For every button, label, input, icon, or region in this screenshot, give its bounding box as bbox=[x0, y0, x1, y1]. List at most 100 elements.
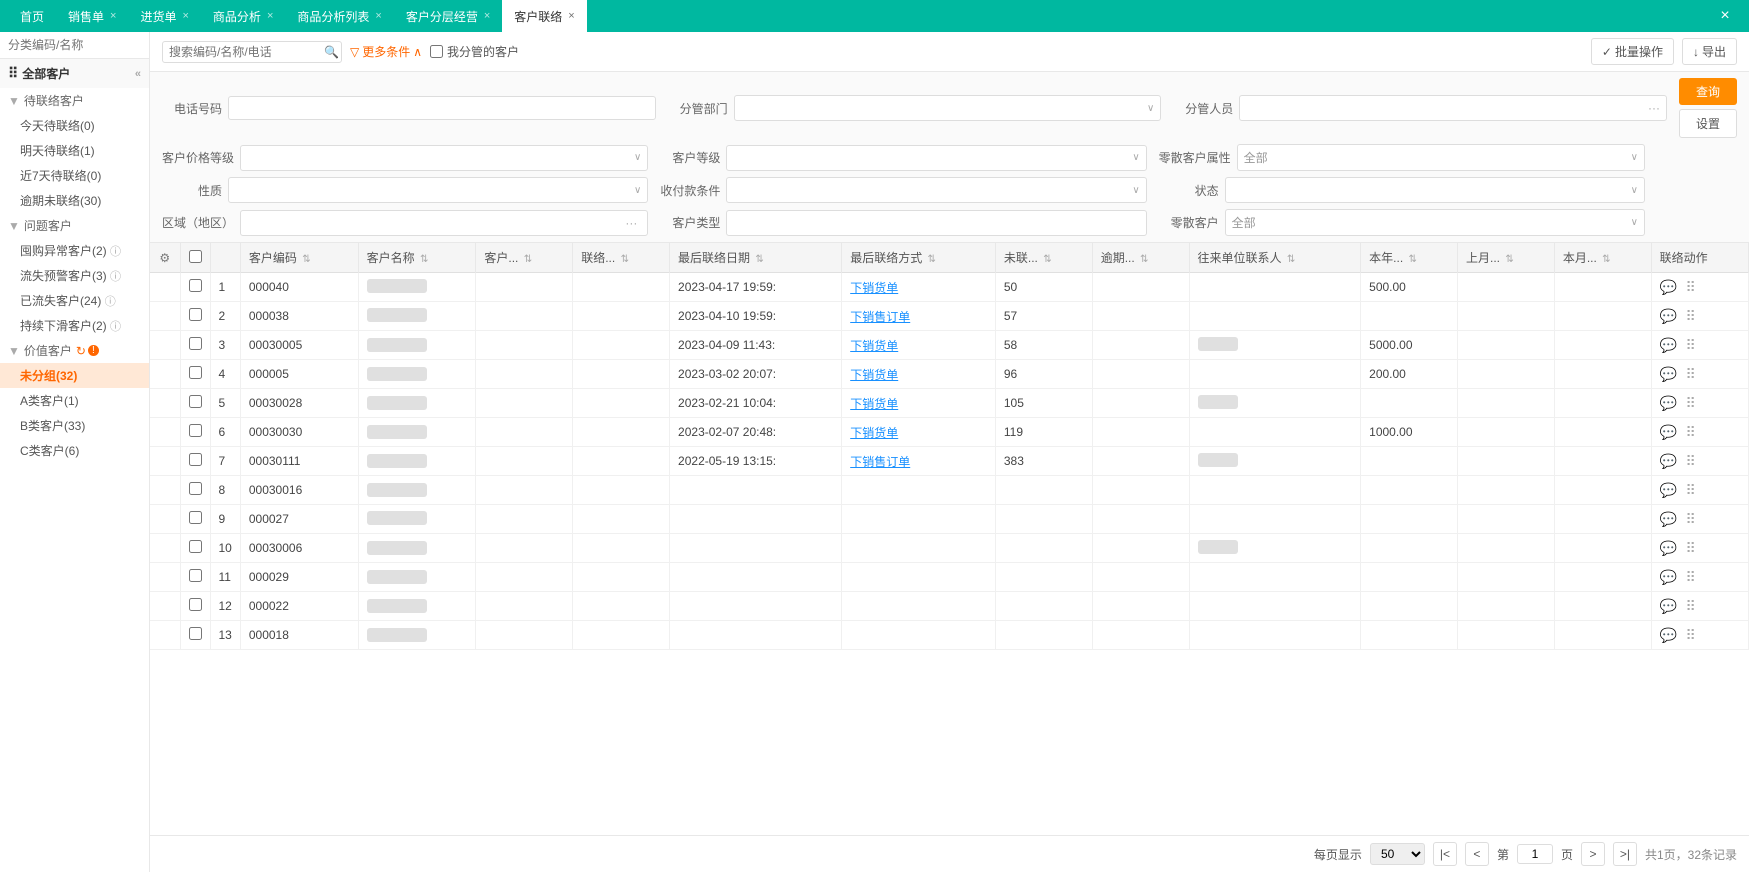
page-size-select[interactable]: 50 20 100 bbox=[1370, 843, 1425, 865]
search-button[interactable]: 查询 bbox=[1679, 78, 1737, 105]
apps-icon[interactable]: ⠿ bbox=[1682, 394, 1700, 412]
dept-select[interactable]: ∨ bbox=[734, 95, 1162, 121]
row-checkbox[interactable] bbox=[189, 366, 202, 379]
nav-purchase[interactable]: 进货单 × bbox=[128, 0, 200, 32]
sidebar-item-tomorrow-pending[interactable]: 明天待联络(1) bbox=[0, 138, 149, 163]
apps-icon[interactable]: ⠿ bbox=[1682, 481, 1700, 499]
scatter-select[interactable]: 全部 ∨ bbox=[1225, 209, 1645, 236]
row-checkbox-cell[interactable] bbox=[180, 563, 210, 592]
chat-icon[interactable]: 💬 bbox=[1660, 510, 1678, 528]
row-checkbox-cell[interactable] bbox=[180, 447, 210, 476]
nav-product-analysis[interactable]: 商品分析 × bbox=[201, 0, 285, 32]
chat-icon[interactable]: 💬 bbox=[1660, 597, 1678, 615]
sys-close-button[interactable]: × bbox=[1709, 0, 1741, 32]
contact-way-link[interactable]: 下销货单 bbox=[850, 426, 898, 440]
row-checkbox[interactable] bbox=[189, 627, 202, 640]
main-search-icon[interactable]: 🔍 bbox=[324, 45, 339, 59]
nav-customer-contact-close[interactable]: × bbox=[568, 10, 574, 22]
first-page-button[interactable]: |< bbox=[1433, 842, 1457, 866]
checkbox-col-header[interactable] bbox=[180, 243, 210, 273]
sidebar-item-churn-warning[interactable]: 流失预警客户(3) ⓘ bbox=[0, 263, 149, 288]
apps-icon[interactable]: ⠿ bbox=[1682, 278, 1700, 296]
row-last-contact-way-cell[interactable]: 下销货单 bbox=[842, 273, 996, 302]
this-month-col-header[interactable]: 本月... ⇅ bbox=[1554, 243, 1651, 273]
sidebar-item-lost[interactable]: 已流失客户(24) ⓘ bbox=[0, 288, 149, 313]
nav-sales[interactable]: 销售单 × bbox=[56, 0, 128, 32]
row-checkbox[interactable] bbox=[189, 395, 202, 408]
row-checkbox-cell[interactable] bbox=[180, 360, 210, 389]
batch-op-button[interactable]: ✓ 批量操作 bbox=[1591, 38, 1674, 65]
select-all-checkbox[interactable] bbox=[189, 250, 202, 263]
contact-way-link[interactable]: 下销货单 bbox=[850, 397, 898, 411]
all-customers-header[interactable]: ⠿ 全部客户 « bbox=[0, 59, 149, 88]
apps-icon[interactable]: ⠿ bbox=[1682, 626, 1700, 644]
page-number-input[interactable] bbox=[1517, 844, 1553, 864]
row-last-contact-way-cell[interactable]: 下销售订单 bbox=[842, 447, 996, 476]
next-page-button[interactable]: > bbox=[1581, 842, 1605, 866]
row-checkbox-cell[interactable] bbox=[180, 476, 210, 505]
sidebar-item-ungroup[interactable]: 未分组(32) bbox=[0, 363, 149, 388]
apps-icon[interactable]: ⠿ bbox=[1682, 365, 1700, 383]
row-checkbox-cell[interactable] bbox=[180, 505, 210, 534]
chat-icon[interactable]: 💬 bbox=[1660, 365, 1678, 383]
row-checkbox-cell[interactable] bbox=[180, 621, 210, 650]
sidebar-item-a-class[interactable]: A类客户(1) bbox=[0, 388, 149, 413]
code-col-header[interactable]: 客户编码 ⇅ bbox=[240, 243, 358, 273]
row-checkbox-cell[interactable] bbox=[180, 534, 210, 563]
reset-button[interactable]: 设置 bbox=[1679, 109, 1737, 138]
nav-customer-segment-close[interactable]: × bbox=[484, 10, 490, 22]
row-checkbox-cell[interactable] bbox=[180, 418, 210, 447]
customer-level-select[interactable]: ∨ bbox=[726, 145, 1146, 171]
chat-icon[interactable]: 💬 bbox=[1660, 539, 1678, 557]
row-last-contact-way-cell[interactable]: 下销货单 bbox=[842, 418, 996, 447]
chat-icon[interactable]: 💬 bbox=[1660, 626, 1678, 644]
row-checkbox[interactable] bbox=[189, 511, 202, 524]
phone-input[interactable] bbox=[228, 96, 656, 120]
status-select[interactable]: ∨ bbox=[1225, 177, 1645, 203]
sidebar-item-b-class[interactable]: B类客户(33) bbox=[0, 413, 149, 438]
type-col-header[interactable]: 客户... ⇅ bbox=[476, 243, 573, 273]
sidebar-item-today-pending[interactable]: 今天待联络(0) bbox=[0, 113, 149, 138]
chat-icon[interactable]: 💬 bbox=[1660, 336, 1678, 354]
apps-icon[interactable]: ⠿ bbox=[1682, 510, 1700, 528]
row-checkbox[interactable] bbox=[189, 453, 202, 466]
overdue-col-header[interactable]: 逾期... ⇅ bbox=[1092, 243, 1189, 273]
person-select[interactable]: ··· bbox=[1239, 95, 1667, 121]
person-dots[interactable]: ··· bbox=[1648, 101, 1660, 115]
last-month-col-header[interactable]: 上月... ⇅ bbox=[1457, 243, 1554, 273]
chat-icon[interactable]: 💬 bbox=[1660, 423, 1678, 441]
more-filters-button[interactable]: ▽ 更多条件 ∧ bbox=[350, 43, 422, 60]
sidebar-item-declining[interactable]: 持续下滑客户(2) ⓘ bbox=[0, 313, 149, 338]
apps-icon[interactable]: ⠿ bbox=[1682, 597, 1700, 615]
last-contact-way-col-header[interactable]: 最后联络方式 ⇅ bbox=[842, 243, 996, 273]
contact-way-link[interactable]: 下销货单 bbox=[850, 339, 898, 353]
apps-icon[interactable]: ⠿ bbox=[1682, 539, 1700, 557]
apps-icon[interactable]: ⠿ bbox=[1682, 336, 1700, 354]
nav-customer-contact[interactable]: 客户联络 × bbox=[502, 0, 586, 32]
row-last-contact-way-cell[interactable]: 下销货单 bbox=[842, 331, 996, 360]
chat-icon[interactable]: 💬 bbox=[1660, 307, 1678, 325]
apps-icon[interactable]: ⠿ bbox=[1682, 452, 1700, 470]
contact-way-link[interactable]: 下销货单 bbox=[850, 368, 898, 382]
contact-way-link[interactable]: 下销售订单 bbox=[850, 455, 910, 469]
row-checkbox[interactable] bbox=[189, 337, 202, 350]
row-checkbox[interactable] bbox=[189, 279, 202, 292]
row-checkbox[interactable] bbox=[189, 569, 202, 582]
row-last-contact-way-cell[interactable]: 下销货单 bbox=[842, 389, 996, 418]
region-select[interactable]: ··· bbox=[240, 210, 648, 236]
contact-way-link[interactable]: 下销售订单 bbox=[850, 310, 910, 324]
row-checkbox[interactable] bbox=[189, 598, 202, 611]
row-checkbox[interactable] bbox=[189, 482, 202, 495]
nav-purchase-close[interactable]: × bbox=[182, 10, 188, 22]
unit-contact-col-header[interactable]: 往来单位联系人 ⇅ bbox=[1189, 243, 1361, 273]
nav-sales-close[interactable]: × bbox=[110, 10, 116, 22]
export-button[interactable]: ↓ 导出 bbox=[1682, 38, 1737, 65]
sidebar-item-abnormal[interactable]: 囤购异常客户(2) ⓘ bbox=[0, 238, 149, 263]
my-customers-check[interactable]: 我分管的客户 bbox=[430, 43, 519, 60]
nav-product-list[interactable]: 商品分析列表 × bbox=[285, 0, 393, 32]
chat-icon[interactable]: 💬 bbox=[1660, 394, 1678, 412]
nav-product-list-close[interactable]: × bbox=[375, 10, 381, 22]
row-last-contact-way-cell[interactable]: 下销货单 bbox=[842, 360, 996, 389]
sidebar-search-input[interactable] bbox=[8, 38, 150, 52]
settings-col-header[interactable]: ⚙ bbox=[150, 243, 180, 273]
